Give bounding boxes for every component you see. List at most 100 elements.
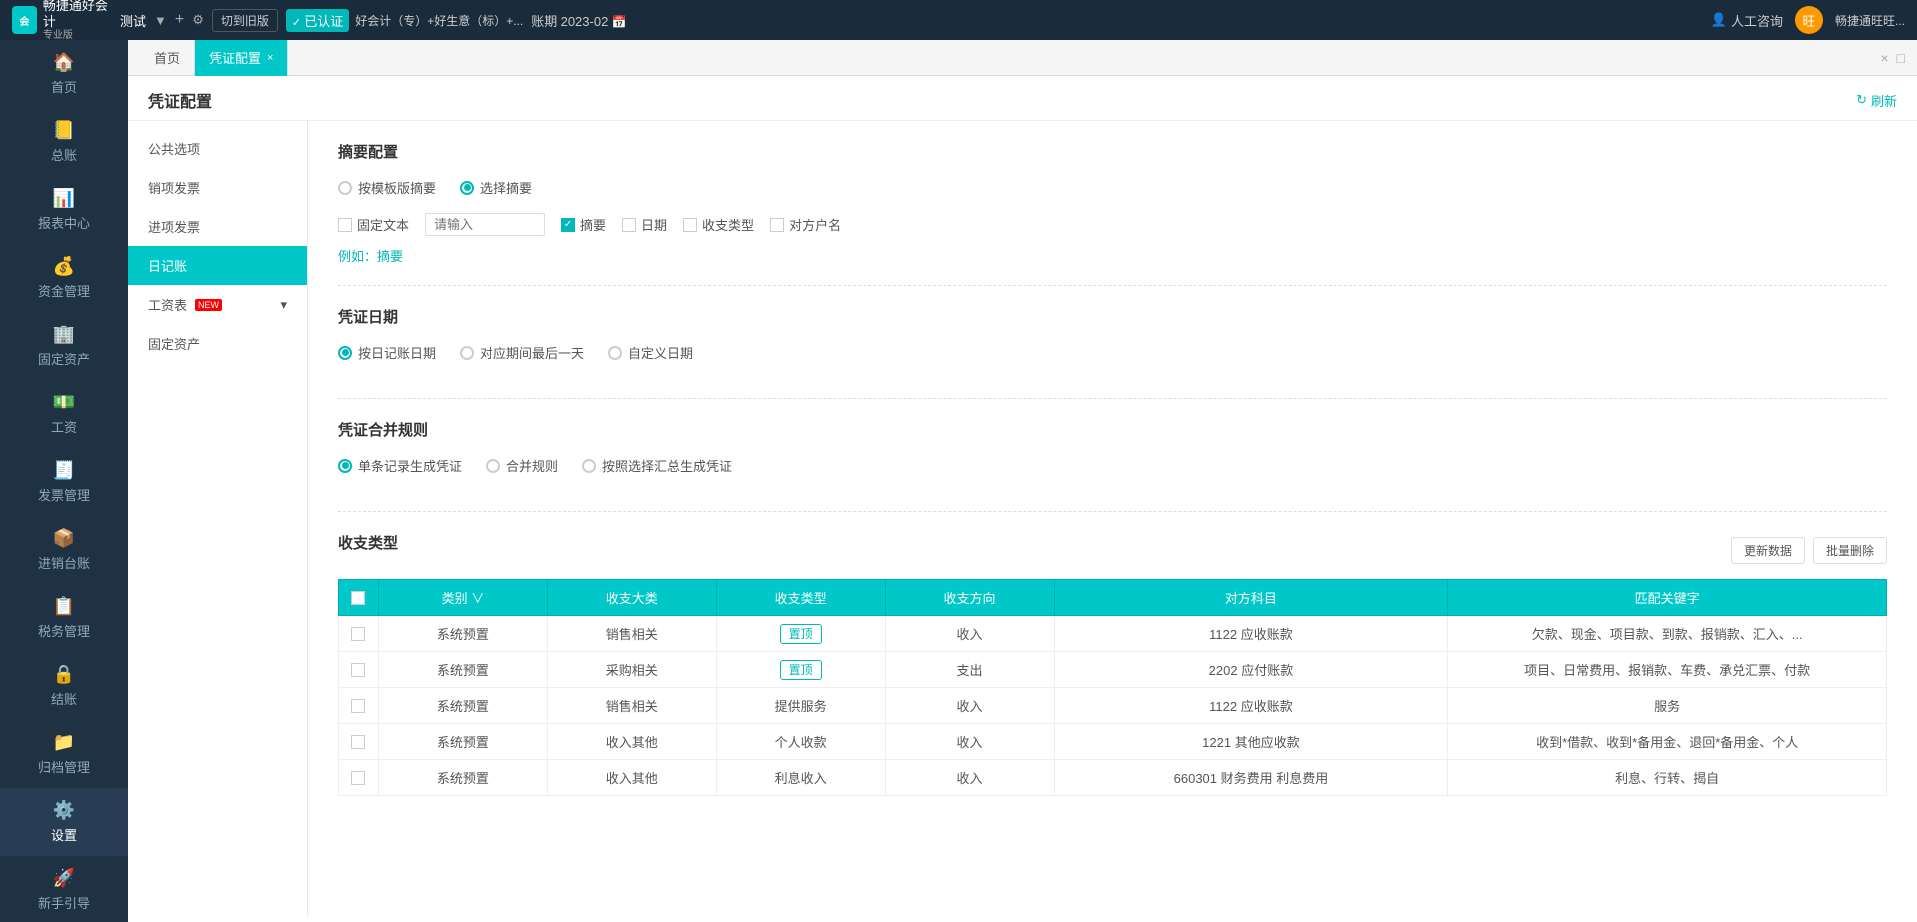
sidebar-item-settings[interactable]: ⚙️ 设置 bbox=[0, 788, 128, 856]
invoice-mgmt-icon: 🧾 bbox=[53, 460, 75, 481]
row-checkbox[interactable] bbox=[351, 663, 365, 677]
th-keywords: 匹配关键字 bbox=[1448, 580, 1887, 616]
checkbox-fixed-text[interactable]: 固定文本 bbox=[338, 215, 409, 234]
home-icon: 🏠 bbox=[53, 52, 75, 73]
radio-single[interactable]: 单条记录生成凭证 bbox=[338, 456, 462, 475]
td-subject: 2202 应付账款 bbox=[1054, 652, 1448, 688]
sidebar-item-payroll[interactable]: 💵 工资 bbox=[0, 380, 128, 448]
sidebar-label-home: 首页 bbox=[51, 77, 77, 96]
nav-item-public[interactable]: 公共选项 bbox=[128, 129, 307, 168]
header-settings-icon[interactable]: ⚙ bbox=[192, 12, 204, 28]
header-status: ✓ 已认证 好会计（专）+好生意（标）+... bbox=[286, 9, 523, 32]
type-tag-button[interactable]: 置顶 bbox=[780, 660, 822, 680]
sidebar-item-purchase[interactable]: 📦 进销台账 bbox=[0, 516, 128, 584]
ledger-icon: 📒 bbox=[53, 120, 75, 141]
sidebar-label-payroll: 工资 bbox=[51, 417, 77, 436]
td-direction: 收入 bbox=[885, 760, 1054, 796]
example-text: 例如：摘要 bbox=[338, 246, 1887, 265]
sidebar-label-settings: 设置 bbox=[51, 825, 77, 844]
checkbox-box-summary: ✓ bbox=[561, 218, 575, 232]
tab-voucher-config[interactable]: 凭证配置 × bbox=[195, 40, 288, 76]
tab-close-all-icon[interactable]: × bbox=[1880, 50, 1888, 66]
sidebar-item-invoice-mgmt[interactable]: 🧾 发票管理 bbox=[0, 448, 128, 516]
type-tag-button[interactable]: 置顶 bbox=[780, 624, 822, 644]
nav-expand-icon[interactable]: ▾ bbox=[280, 297, 287, 313]
header-dropdown-icon[interactable]: ▼ bbox=[154, 13, 167, 28]
period-label: 账期 2023-02 📅 bbox=[531, 11, 626, 30]
radio-selected-total[interactable]: 按照选择汇总生成凭证 bbox=[582, 456, 732, 475]
radio-merge[interactable]: 合并规则 bbox=[486, 456, 558, 475]
radio-label-journal-date: 按日记账日期 bbox=[358, 343, 436, 362]
row-checkbox[interactable] bbox=[351, 771, 365, 785]
radio-last-day[interactable]: 对应期间最后一天 bbox=[460, 343, 584, 362]
td-keywords: 利息、行转、揭自 bbox=[1448, 760, 1887, 796]
checkbox-box-type bbox=[683, 218, 697, 232]
merge-rules-section: 凭证合并规则 单条记录生成凭证 合并规则 bbox=[338, 399, 1887, 512]
nav-item-sales-invoice[interactable]: 销项发票 bbox=[128, 168, 307, 207]
sidebar-item-tax[interactable]: 📋 税务管理 bbox=[0, 584, 128, 652]
config-layout: 公共选项 销项发票 进项发票 日记账 工资表 NEW ▾ bbox=[128, 121, 1917, 917]
nav-item-purchase-invoice[interactable]: 进项发票 bbox=[128, 207, 307, 246]
checkbox-summary[interactable]: ✓ 摘要 bbox=[561, 215, 606, 234]
td-keywords: 收到*借款、收到*备用金、退回*备用金、个人 bbox=[1448, 724, 1887, 760]
nav-item-journal[interactable]: 日记账 bbox=[128, 246, 307, 285]
table-row: 系统预置 采购相关 置顶 支出 2202 应付账款 项目、日常费用、报销款、车费… bbox=[339, 652, 1887, 688]
checkbox-type[interactable]: 收支类型 bbox=[683, 215, 754, 234]
row-checkbox[interactable] bbox=[351, 735, 365, 749]
checkbox-label-counterpart: 对方户名 bbox=[789, 215, 841, 234]
switch-version-button[interactable]: 切到旧版 bbox=[212, 9, 278, 32]
td-direction: 收入 bbox=[885, 724, 1054, 760]
new-badge: NEW bbox=[195, 299, 222, 311]
assets-icon: 🏢 bbox=[53, 324, 75, 345]
refresh-button[interactable]: ↻ 刷新 bbox=[1856, 91, 1897, 110]
th-type: 收支类型 bbox=[716, 580, 885, 616]
fixed-text-input[interactable] bbox=[425, 213, 545, 236]
update-data-button[interactable]: 更新数据 bbox=[1731, 537, 1805, 564]
radio-template[interactable]: 按模板版摘要 bbox=[338, 178, 436, 197]
nav-label-payroll-table: 工资表 bbox=[148, 295, 187, 314]
batch-delete-button[interactable]: 批量删除 bbox=[1813, 537, 1887, 564]
nav-item-fixed-assets[interactable]: 固定资产 bbox=[128, 324, 307, 363]
th-checkbox bbox=[339, 580, 379, 616]
summary-radio-group: 按模板版摘要 选择摘要 bbox=[338, 178, 1887, 197]
sidebar-item-ledger[interactable]: 📒 总账 bbox=[0, 108, 128, 176]
tab-expand-icon[interactable]: □ bbox=[1897, 50, 1905, 66]
sidebar-label-ledger: 总账 bbox=[51, 145, 77, 164]
header-add-icon[interactable]: + bbox=[175, 11, 184, 29]
radio-label-last-day: 对应期间最后一天 bbox=[480, 343, 584, 362]
nav-label-sales-invoice: 销项发票 bbox=[148, 178, 200, 197]
radio-circle-select bbox=[460, 181, 474, 195]
consult-button[interactable]: 👤 人工咨询 bbox=[1711, 11, 1783, 30]
radio-journal-date[interactable]: 按日记账日期 bbox=[338, 343, 436, 362]
radio-label-select: 选择摘要 bbox=[480, 178, 532, 197]
sidebar-item-archive[interactable]: 📁 归档管理 bbox=[0, 720, 128, 788]
tab-close-icon[interactable]: × bbox=[267, 52, 273, 64]
checkbox-date[interactable]: 日期 bbox=[622, 215, 667, 234]
sidebar-item-funds[interactable]: 💰 资金管理 bbox=[0, 244, 128, 312]
sidebar-item-close[interactable]: 🔒 结账 bbox=[0, 652, 128, 720]
sidebar-item-reports[interactable]: 📊 报表中心 bbox=[0, 176, 128, 244]
logo-icon: 会 bbox=[12, 6, 37, 34]
radio-custom-date[interactable]: 自定义日期 bbox=[608, 343, 693, 362]
sidebar-item-assets[interactable]: 🏢 固定资产 bbox=[0, 312, 128, 380]
sidebar-label-tax: 税务管理 bbox=[38, 621, 90, 640]
td-direction: 收入 bbox=[885, 688, 1054, 724]
checkbox-counterpart[interactable]: 对方户名 bbox=[770, 215, 841, 234]
checkbox-label-type: 收支类型 bbox=[702, 215, 754, 234]
checkbox-box-date bbox=[622, 218, 636, 232]
row-checkbox[interactable] bbox=[351, 627, 365, 641]
td-checkbox bbox=[339, 760, 379, 796]
nav-item-payroll-table[interactable]: 工资表 NEW ▾ bbox=[128, 285, 307, 324]
tab-home[interactable]: 首页 bbox=[140, 40, 195, 76]
sidebar-item-home[interactable]: 🏠 首页 bbox=[0, 40, 128, 108]
radio-select[interactable]: 选择摘要 bbox=[460, 178, 532, 197]
row-checkbox[interactable] bbox=[351, 699, 365, 713]
td-checkbox bbox=[339, 652, 379, 688]
sidebar-item-guide[interactable]: 🚀 新手引导 bbox=[0, 856, 128, 922]
merge-rules-radio-group: 单条记录生成凭证 合并规则 按照选择汇总生成凭证 bbox=[338, 456, 1887, 475]
td-category: 系统预置 bbox=[379, 688, 548, 724]
td-major: 收入其他 bbox=[547, 724, 716, 760]
td-type: 提供服务 bbox=[716, 688, 885, 724]
header-checkbox[interactable] bbox=[351, 591, 365, 605]
td-keywords: 服务 bbox=[1448, 688, 1887, 724]
